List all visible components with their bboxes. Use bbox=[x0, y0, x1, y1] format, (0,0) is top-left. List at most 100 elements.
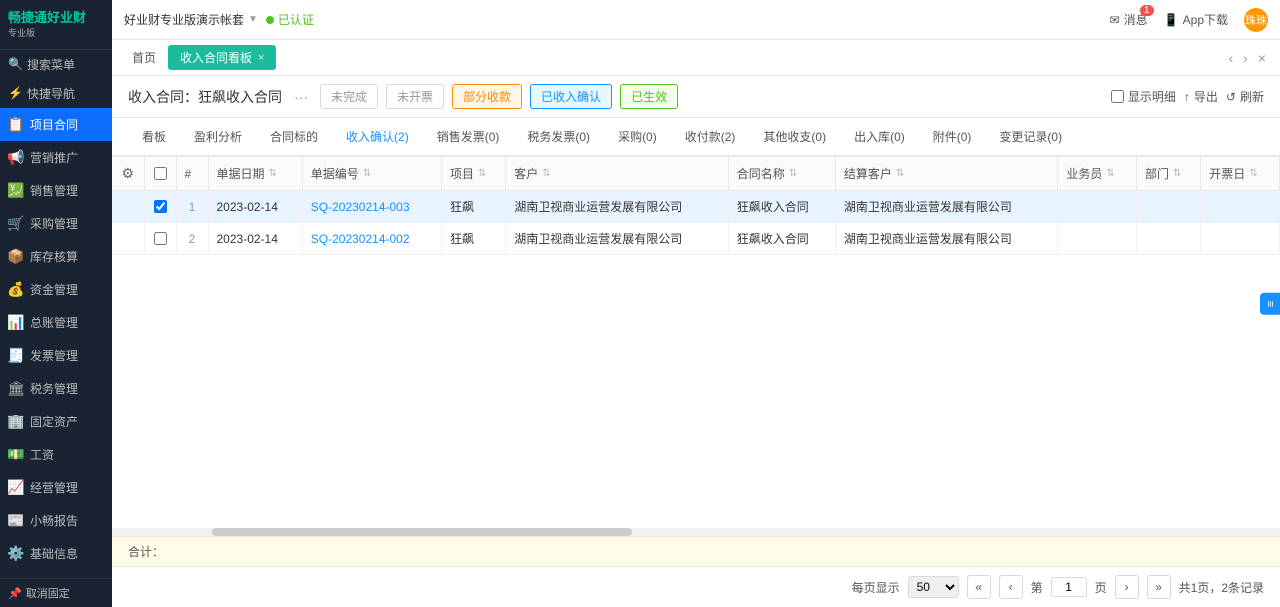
row-docno-1[interactable]: SQ-20230214-002 bbox=[302, 223, 441, 255]
sidebar-item-hr[interactable]: 💵工资 bbox=[0, 438, 112, 471]
contract-sort-icon[interactable]: ⇅ bbox=[789, 168, 797, 179]
prev-page-button[interactable]: ‹ bbox=[999, 575, 1023, 599]
row-opendate-0 bbox=[1201, 191, 1280, 223]
page-header: 收入合同：狂飙收入合同 ··· 未完成 未开票 部分收款 已收入确认 已生效 显… bbox=[112, 76, 1280, 118]
right-action-panel[interactable]: ≡ bbox=[1260, 292, 1280, 314]
tab-close-icon[interactable]: × bbox=[258, 52, 264, 64]
opendate-sort-icon[interactable]: ⇅ bbox=[1249, 168, 1257, 179]
show-detail-checkbox[interactable]: 显示明细 bbox=[1111, 88, 1176, 105]
sidebar-item-base[interactable]: ⚙️基础信息 bbox=[0, 537, 112, 570]
sidebar-item-sales[interactable]: 💹销售管理 bbox=[0, 174, 112, 207]
refresh-button[interactable]: ↺ 刷新 bbox=[1226, 88, 1264, 105]
sidebar-item-fixed[interactable]: 🏢固定资产 bbox=[0, 405, 112, 438]
subtab-profit[interactable]: 盈利分析 bbox=[180, 118, 256, 157]
status-unopened-btn[interactable]: 未开票 bbox=[386, 84, 444, 109]
page-number-input[interactable] bbox=[1051, 577, 1087, 597]
export-button[interactable]: ↑ 导出 bbox=[1184, 88, 1218, 105]
sidebar-icon-marketing: 📢 bbox=[8, 149, 24, 165]
horizontal-scrollbar[interactable] bbox=[112, 528, 1280, 536]
search-icon: 🔍 bbox=[8, 57, 23, 71]
sidebar-item-general[interactable]: 📊总账管理 bbox=[0, 306, 112, 339]
select-all-checkbox[interactable] bbox=[154, 167, 167, 180]
status-active-btn[interactable]: 已生效 bbox=[620, 84, 678, 109]
dept-sort-icon[interactable]: ⇅ bbox=[1173, 168, 1181, 179]
subtab-payment[interactable]: 收付款(2) bbox=[671, 118, 750, 157]
app-download-label: App下载 bbox=[1183, 11, 1228, 28]
status-confirmed-btn[interactable]: 已收入确认 bbox=[530, 84, 612, 109]
first-page-button[interactable]: « bbox=[967, 575, 991, 599]
sidebar-item-marketing[interactable]: 📢营销推广 bbox=[0, 141, 112, 174]
sidebar-item-mgmt[interactable]: 📈经营管理 bbox=[0, 471, 112, 504]
sidebar-label-capital: 资金管理 bbox=[30, 281, 78, 298]
row-docno-0[interactable]: SQ-20230214-003 bbox=[302, 191, 441, 223]
subtab-kanban[interactable]: 看板 bbox=[128, 118, 180, 157]
app-download-button[interactable]: 📱 App下载 bbox=[1164, 11, 1228, 28]
sidebar-search[interactable]: 🔍 搜索菜单 bbox=[0, 50, 112, 79]
row-settings-0 bbox=[112, 191, 144, 223]
refresh-label: 刷新 bbox=[1240, 88, 1264, 105]
sidebar-bottom-pin[interactable]: 📌 取消固定 bbox=[0, 578, 112, 607]
sidebar-item-inventory[interactable]: 📦库存核算 bbox=[0, 240, 112, 273]
table-row[interactable]: 1 2023-02-14 SQ-20230214-003 狂飙 湖南卫视商业运营… bbox=[112, 191, 1280, 223]
table-row[interactable]: 2 2023-02-14 SQ-20230214-002 狂飙 湖南卫视商业运营… bbox=[112, 223, 1280, 255]
tab-prev-icon[interactable]: ‹ bbox=[1226, 50, 1235, 66]
customer-sort-icon[interactable]: ⇅ bbox=[542, 168, 550, 179]
page-size-select[interactable]: 50 100 200 bbox=[908, 576, 959, 598]
scrollbar-thumb[interactable] bbox=[212, 528, 632, 536]
more-options-icon[interactable]: ··· bbox=[290, 89, 312, 105]
show-detail-input[interactable] bbox=[1111, 90, 1124, 103]
app-logo-text: 畅捷通好业财 bbox=[8, 10, 104, 26]
home-tab[interactable]: 首页 bbox=[124, 45, 164, 70]
sidebar-label-fixed: 固定资产 bbox=[30, 413, 78, 430]
subtab-contract_standard[interactable]: 合同标的 bbox=[256, 118, 332, 157]
app-logo-sub: 专业版 bbox=[8, 26, 104, 39]
sidebar-item-invoice[interactable]: 🧾发票管理 bbox=[0, 339, 112, 372]
sidebar: 畅捷通好业财 专业版 🔍 搜索菜单 ⚡ 快捷导航 📋项目合同📢营销推广💹销售管理… bbox=[0, 0, 112, 607]
settlement-sort-icon[interactable]: ⇅ bbox=[896, 168, 904, 179]
subtab-tax_invoice[interactable]: 税务发票(0) bbox=[513, 118, 604, 157]
row-checkbox-1[interactable] bbox=[154, 232, 167, 245]
doc-link-1[interactable]: SQ-20230214-002 bbox=[311, 232, 410, 246]
project-sort-icon[interactable]: ⇅ bbox=[478, 168, 486, 179]
status-partial-btn[interactable]: 部分收款 bbox=[452, 84, 522, 109]
column-settings-icon[interactable]: ⚙ bbox=[120, 165, 136, 182]
sidebar-item-report[interactable]: 📰小畅报告 bbox=[0, 504, 112, 537]
message-button[interactable]: ✉ 消息 1 bbox=[1110, 11, 1148, 28]
docno-sort-icon[interactable]: ⇅ bbox=[363, 168, 371, 179]
sidebar-icon-hr: 💵 bbox=[8, 446, 24, 462]
sidebar-label-general: 总账管理 bbox=[30, 314, 78, 331]
sidebar-item-project[interactable]: 📋项目合同 bbox=[0, 108, 112, 141]
table-area[interactable]: ⚙ # 单据日期⇅ 单据编号⇅ 项目⇅ bbox=[112, 157, 1280, 528]
subtab-warehouse[interactable]: 出入库(0) bbox=[840, 118, 919, 157]
sidebar-item-purchase[interactable]: 🛒采购管理 bbox=[0, 207, 112, 240]
sidebar-quick-nav[interactable]: ⚡ 快捷导航 bbox=[0, 79, 112, 108]
subtab-sales_invoice[interactable]: 销售发票(0) bbox=[423, 118, 514, 157]
tab-next-icon[interactable]: › bbox=[1241, 50, 1250, 66]
user-avatar[interactable]: 珠珠 bbox=[1244, 8, 1268, 32]
message-badge: 1 bbox=[1140, 5, 1154, 16]
sidebar-item-tax[interactable]: 🏛税务管理 bbox=[0, 372, 112, 405]
doc-link-0[interactable]: SQ-20230214-003 bbox=[311, 200, 410, 214]
subtab-attachment[interactable]: 附件(0) bbox=[919, 118, 986, 157]
subtab-purchase[interactable]: 采购(0) bbox=[604, 118, 671, 157]
row-check-1[interactable] bbox=[144, 223, 176, 255]
status-incomplete-btn[interactable]: 未完成 bbox=[320, 84, 378, 109]
tab-close-all-icon[interactable]: × bbox=[1256, 50, 1268, 66]
company-selector[interactable]: 好业财专业版演示帐套 ▼ bbox=[124, 11, 258, 28]
docno-column-header: 单据编号⇅ bbox=[302, 157, 441, 191]
row-project-1: 狂飙 bbox=[442, 223, 506, 255]
subtab-change_log[interactable]: 变更记录(0) bbox=[985, 118, 1076, 157]
date-sort-icon[interactable]: ⇅ bbox=[269, 168, 277, 179]
subtab-income_confirm[interactable]: 收入确认(2) bbox=[332, 118, 423, 157]
sidebar-menu: 📋项目合同📢营销推广💹销售管理🛒采购管理📦库存核算💰资金管理📊总账管理🧾发票管理… bbox=[0, 108, 112, 578]
last-page-button[interactable]: » bbox=[1147, 575, 1171, 599]
salesperson-sort-icon[interactable]: ⇅ bbox=[1106, 168, 1114, 179]
subtab-other_income[interactable]: 其他收支(0) bbox=[749, 118, 840, 157]
row-dept-0 bbox=[1137, 191, 1201, 223]
next-page-button[interactable]: › bbox=[1115, 575, 1139, 599]
active-tab[interactable]: 收入合同看板 × bbox=[168, 45, 276, 70]
row-check-0[interactable] bbox=[144, 191, 176, 223]
row-checkbox-0[interactable] bbox=[154, 200, 167, 213]
sidebar-item-capital[interactable]: 💰资金管理 bbox=[0, 273, 112, 306]
pagination: 每页显示 50 100 200 « ‹ 第 页 › » 共1页，2条记录 bbox=[112, 566, 1280, 607]
